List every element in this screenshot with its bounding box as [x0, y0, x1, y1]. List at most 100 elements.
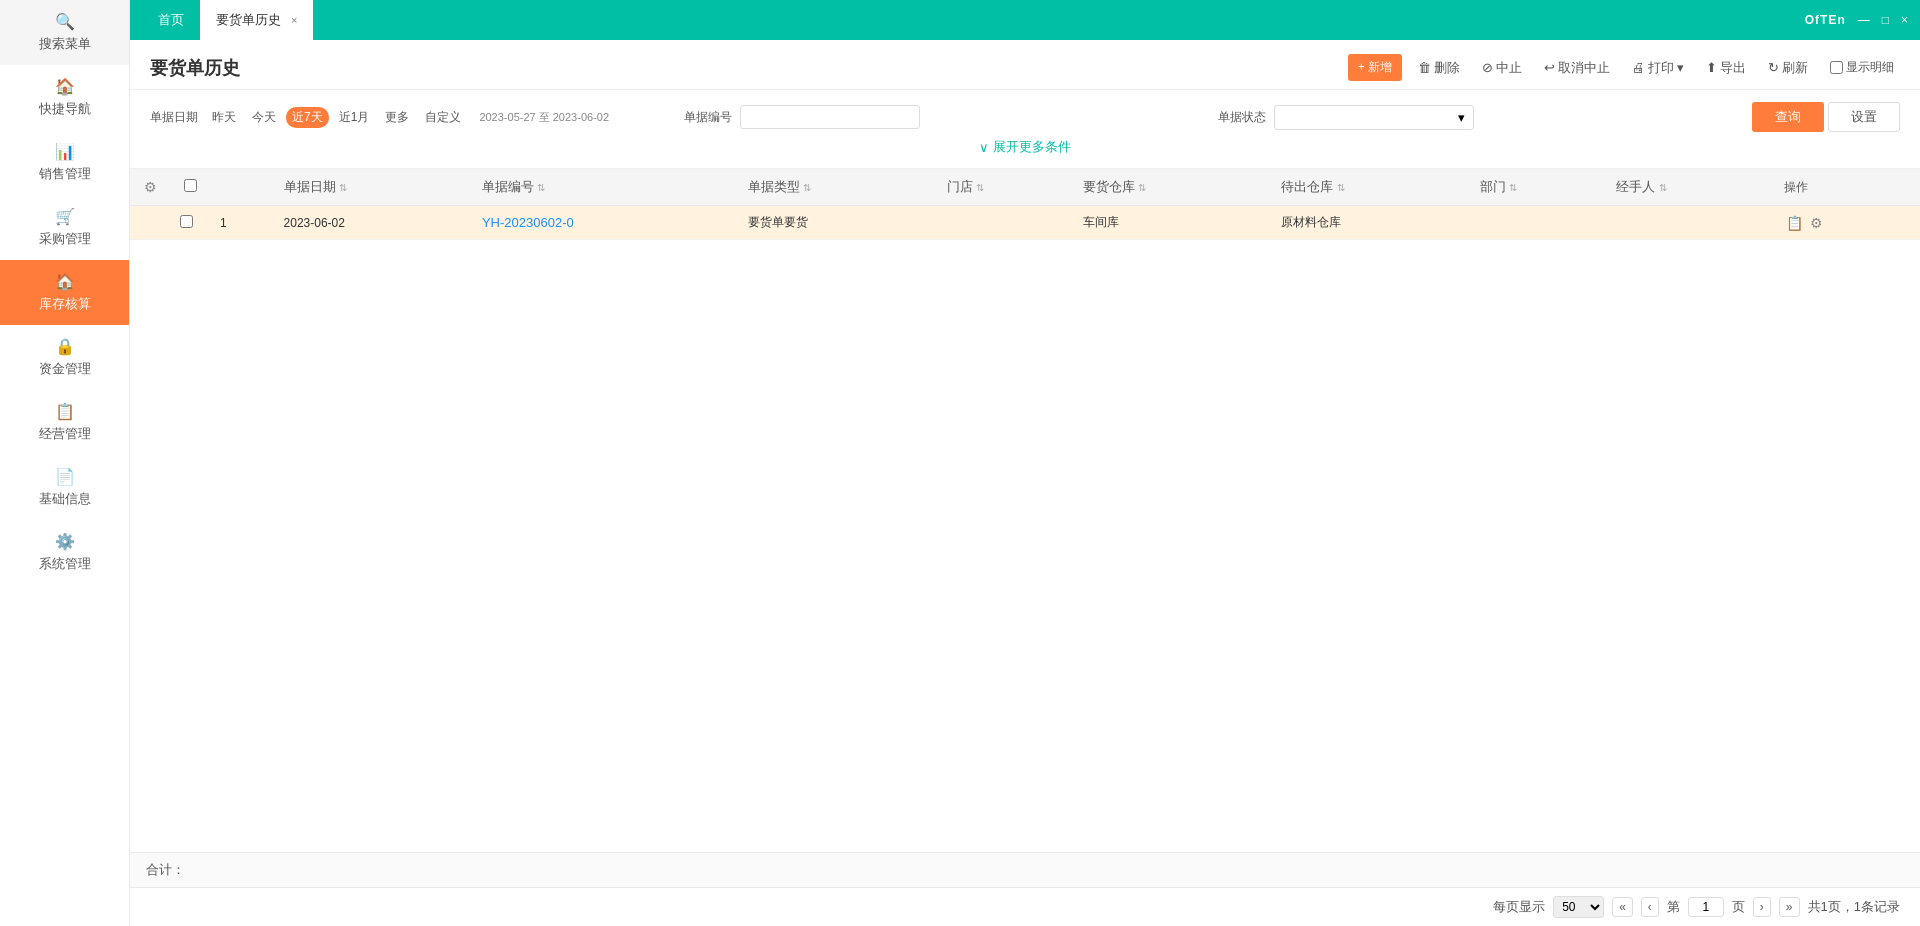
op-view-0[interactable]: 📋: [1786, 215, 1803, 231]
delete-button[interactable]: 🗑 删除: [1412, 55, 1466, 81]
brand-label: OfTEn: [1805, 13, 1846, 27]
date-btn-昨天[interactable]: 昨天: [206, 107, 242, 128]
sidebar: 🔍搜索菜单 🏠 快捷导航 📊 销售管理 🛒 采购管理 🏠库存核算 🔒 资金管理 📋经营管理📄基础信息…: [0, 0, 130, 926]
query-button[interactable]: 查询: [1752, 102, 1824, 132]
row-checkbox-0[interactable]: [180, 215, 193, 228]
sidebar-item-sales-mgmt[interactable]: 📊 销售管理: [0, 130, 129, 195]
sidebar-item-purchase-mgmt[interactable]: 🛒 采购管理: [0, 195, 129, 260]
td-date-0: 2023-06-02: [274, 206, 472, 240]
date-btn-近1月[interactable]: 近1月: [333, 107, 376, 128]
filter-actions-row: 查询 设置: [1752, 102, 1900, 132]
table-header: ⚙ 单据日期 ⇅ 单据编号 ⇅: [130, 169, 1920, 206]
export-button[interactable]: ⬆ 导出: [1700, 55, 1752, 81]
th-pending-warehouse-sort[interactable]: ⇅: [1337, 182, 1345, 193]
new-button[interactable]: + 新增: [1348, 54, 1402, 81]
total-info: 共1页，1条记录: [1808, 898, 1900, 916]
last-page-btn[interactable]: »: [1779, 897, 1800, 917]
bill-status-filter-group: 单据状态 ▾: [1218, 105, 1732, 130]
th-checkbox: [170, 169, 210, 206]
sidebar-item-system-mgmt[interactable]: ⚙️系统管理: [0, 520, 129, 585]
th-billno-sort[interactable]: ⇅: [537, 182, 545, 193]
prev-page-btn[interactable]: ‹: [1641, 897, 1659, 917]
sidebar-label-quick-nav: 快捷导航: [39, 100, 91, 118]
tab-home[interactable]: 首页: [142, 0, 200, 40]
op-edit-0[interactable]: ⚙: [1810, 215, 1823, 231]
date-btn-自定义[interactable]: 自定义: [419, 107, 467, 128]
bill-no-input[interactable]: [740, 105, 920, 129]
sidebar-item-business-mgmt[interactable]: 📋经营管理: [0, 390, 129, 455]
basic-info-icon: 📄: [55, 467, 75, 486]
cancel-suspend-label: 取消中止: [1558, 59, 1610, 77]
refresh-icon: ↻: [1768, 60, 1779, 75]
th-handler: 经手人 ⇅: [1606, 169, 1773, 206]
current-page-input[interactable]: [1688, 897, 1724, 917]
next-page-btn[interactable]: ›: [1753, 897, 1771, 917]
sidebar-item-search-menu[interactable]: 🔍搜索菜单: [0, 0, 129, 65]
expand-more-btn[interactable]: ∨ 展开更多条件: [150, 138, 1900, 156]
suspend-button[interactable]: ⊘ 中止: [1476, 55, 1528, 81]
print-button[interactable]: 🖨 打印 ▾: [1626, 55, 1690, 81]
sidebar-label-purchase-mgmt: 采购管理: [39, 230, 91, 248]
th-dept-sort[interactable]: ⇅: [1509, 182, 1517, 193]
sidebar-item-quick-nav[interactable]: 🏠 快捷导航: [0, 65, 129, 130]
sidebar-label-inventory: 库存核算: [39, 295, 91, 313]
date-btn-近7天[interactable]: 近7天: [286, 107, 329, 128]
th-store-sort[interactable]: ⇅: [976, 182, 984, 193]
tab-active[interactable]: 要货单历史 ×: [200, 0, 313, 40]
sidebar-label-finance-mgmt: 资金管理: [39, 360, 91, 378]
select-all-checkbox[interactable]: [184, 179, 197, 192]
sidebar-item-basic-info[interactable]: 📄基础信息: [0, 455, 129, 520]
td-settings-0: [130, 206, 170, 240]
pagination-bar: 每页显示 50 100 200 « ‹ 第 页 › » 共1页，1条记录: [130, 887, 1920, 926]
td-store-0: [937, 206, 1074, 240]
date-btn-更多[interactable]: 更多: [379, 107, 415, 128]
bill-no-filter-group: 单据编号: [684, 105, 1198, 129]
page-end-label: 页: [1732, 898, 1745, 916]
cancel-suspend-button[interactable]: ↩ 取消中止: [1538, 55, 1616, 81]
page-size-select[interactable]: 50 100 200: [1553, 896, 1604, 918]
window-close[interactable]: ×: [1901, 13, 1908, 27]
setting-button[interactable]: 设置: [1828, 102, 1900, 132]
display-detail-checkbox[interactable]: [1830, 61, 1843, 74]
topbar-right: OfTEn — □ ×: [1805, 13, 1908, 27]
print-label: 打印: [1648, 59, 1674, 77]
bill-status-label: 单据状态: [1218, 109, 1266, 126]
export-label: 导出: [1720, 59, 1746, 77]
bill-status-select[interactable]: ▾: [1274, 105, 1474, 130]
filter-area: 单据日期 昨天今天近7天近1月更多自定义 2023-05-27 至 2023-0…: [130, 90, 1920, 169]
th-handler-label: 经手人: [1616, 179, 1655, 194]
bill-no-link-0[interactable]: YH-20230602-0: [482, 215, 574, 230]
finance-mgmt-icon: 🔒: [55, 337, 75, 356]
th-req-warehouse-sort[interactable]: ⇅: [1138, 182, 1146, 193]
quick-nav-icon: 🏠: [55, 77, 75, 96]
th-billtype-label: 单据类型: [748, 179, 800, 194]
page-header: 要货单历史 + 新增 🗑 删除 ⊘ 中止 ↩ 取消中止 🖨 打印: [130, 40, 1920, 90]
print-arrow-icon: ▾: [1677, 60, 1684, 75]
sidebar-item-inventory[interactable]: 🏠库存核算: [0, 260, 129, 325]
refresh-button[interactable]: ↻ 刷新: [1762, 55, 1814, 81]
th-handler-sort[interactable]: ⇅: [1659, 182, 1667, 193]
sales-mgmt-icon: 📊: [55, 142, 75, 161]
window-minimize[interactable]: —: [1858, 13, 1870, 27]
sidebar-label-search-menu: 搜索菜单: [39, 35, 91, 53]
th-billtype-sort[interactable]: ⇅: [803, 182, 811, 193]
tab-close-icon[interactable]: ×: [291, 14, 297, 26]
sidebar-label-system-mgmt: 系统管理: [39, 555, 91, 573]
business-mgmt-icon: 📋: [55, 402, 75, 421]
sidebar-label-sales-mgmt: 销售管理: [39, 165, 91, 183]
display-detail-check[interactable]: 显示明细: [1824, 55, 1900, 80]
page-size-label: 每页显示: [1493, 898, 1545, 916]
purchase-mgmt-icon: 🛒: [55, 207, 75, 226]
date-btn-今天[interactable]: 今天: [246, 107, 282, 128]
display-detail-label: 显示明细: [1846, 59, 1894, 76]
page-title: 要货单历史: [150, 56, 240, 80]
expand-more-label: 展开更多条件: [993, 138, 1071, 156]
active-tab-label: 要货单历史: [216, 11, 281, 29]
window-maximize[interactable]: □: [1882, 13, 1889, 27]
suspend-label: 中止: [1496, 59, 1522, 77]
th-settings: ⚙: [130, 169, 170, 206]
table-gear-icon[interactable]: ⚙: [144, 179, 157, 195]
first-page-btn[interactable]: «: [1612, 897, 1633, 917]
sidebar-item-finance-mgmt[interactable]: 🔒 资金管理: [0, 325, 129, 390]
th-date-sort[interactable]: ⇅: [339, 182, 347, 193]
